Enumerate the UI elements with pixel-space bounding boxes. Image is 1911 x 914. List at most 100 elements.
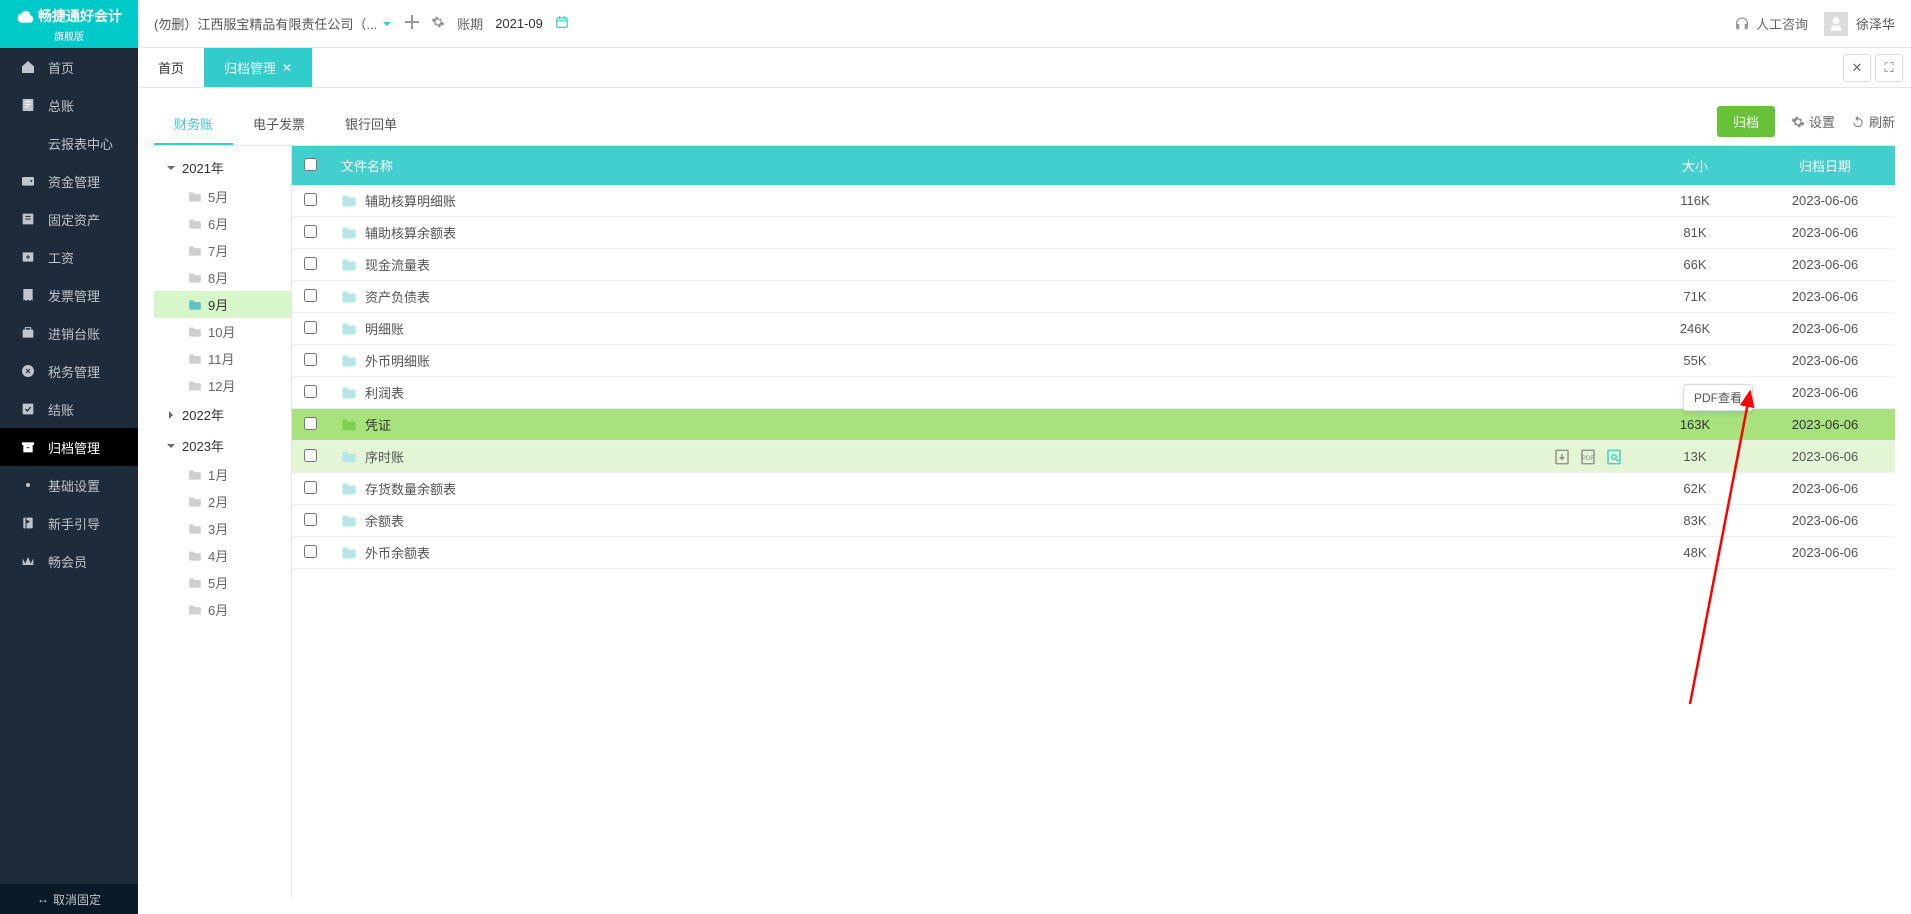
col-header-date: 归档日期 [1755,146,1895,185]
table-row[interactable]: 存货数量余额表62K2023-06-06 [292,473,1895,505]
tree-month[interactable]: 8月 [154,264,291,291]
row-checkbox[interactable] [304,481,317,494]
sidebar-item-settings[interactable]: 基础设置 [0,466,138,504]
tab-归档管理[interactable]: 归档管理✕ [204,48,312,87]
user-menu[interactable]: 徐泽华 [1824,12,1895,36]
row-checkbox[interactable] [304,257,317,270]
tree-month[interactable]: 4月 [154,542,291,569]
file-size: 246K [1635,313,1755,345]
tree-month[interactable]: 9月 [154,291,291,318]
tab-close-icon[interactable]: ✕ [282,61,292,75]
sidebar-item-tax[interactable]: 税务管理 [0,352,138,390]
subtab-银行回单[interactable]: 银行回单 [325,104,417,145]
tree-month[interactable]: 6月 [154,596,291,623]
calendar-icon[interactable] [555,15,569,32]
close-all-tabs-button[interactable]: ✕ [1843,54,1871,82]
tree-year[interactable]: 2021年 [154,152,291,183]
folder-icon [188,191,202,203]
table-row[interactable]: 现金流量表66K2023-06-06 [292,249,1895,281]
sidebar-item-invoice[interactable]: 发票管理 [0,276,138,314]
period-label: 账期 [457,14,483,33]
table-row[interactable]: 资产负债表71K2023-06-06 [292,281,1895,313]
subtab-财务账[interactable]: 财务账 [154,104,233,145]
tree-month[interactable]: 1月 [154,461,291,488]
file-size: 13K [1635,441,1755,473]
refresh-action[interactable]: 刷新 [1851,112,1895,131]
tree-year[interactable]: 2023年 [154,430,291,461]
sidebar-item-asset[interactable]: 固定资产 [0,200,138,238]
row-checkbox[interactable] [304,449,317,462]
file-size: 81K [1635,217,1755,249]
sidebar-item-chart[interactable]: 云报表中心 [0,124,138,162]
row-checkbox[interactable] [304,321,317,334]
folder-icon [341,322,357,336]
table-row[interactable]: 利润表72K2023-06-06 [292,377,1895,409]
invoice-icon [20,287,36,303]
file-name: 利润表 [365,383,404,402]
archive-date: 2023-06-06 [1755,345,1895,377]
tree-month[interactable]: 11月 [154,345,291,372]
tree-month[interactable]: 5月 [154,569,291,596]
select-all-checkbox[interactable] [304,158,317,171]
table-row[interactable]: 凭证163K2023-06-06 [292,409,1895,441]
row-checkbox[interactable] [304,225,317,238]
row-checkbox[interactable] [304,385,317,398]
table-row[interactable]: 外币余额表48K2023-06-06 [292,537,1895,569]
table-row[interactable]: 外币明细账55K2023-06-06 [292,345,1895,377]
file-name: 资产负债表 [365,287,430,306]
settings-action[interactable]: 设置 [1791,112,1835,131]
file-size: 83K [1635,505,1755,537]
sidebar-item-vip[interactable]: 畅会员 [0,542,138,580]
company-selector[interactable]: (勿删）江西服宝精品有限责任公司（... [154,14,393,33]
row-checkbox[interactable] [304,353,317,366]
sidebar-item-archive[interactable]: 归档管理 [0,428,138,466]
table-row[interactable]: 辅助核算明细账116K2023-06-06 [292,185,1895,217]
row-checkbox[interactable] [304,193,317,206]
file-name: 凭证 [365,415,391,434]
tree-month[interactable]: 2月 [154,488,291,515]
tree-year[interactable]: 2022年 [154,399,291,430]
fullscreen-button[interactable]: ⛶ [1875,54,1903,82]
folder-icon [341,194,357,208]
view-icon[interactable] [1605,448,1623,466]
tree-month[interactable]: 6月 [154,210,291,237]
tree-month[interactable]: 10月 [154,318,291,345]
table-row[interactable]: 明细账246K2023-06-06 [292,313,1895,345]
sidebar-item-guide[interactable]: 新手引导 [0,504,138,542]
archive-button[interactable]: 归档 [1717,106,1775,137]
file-size: 66K [1635,249,1755,281]
stock-icon [20,325,36,341]
support-link[interactable]: 人工咨询 [1734,14,1808,33]
add-company-button[interactable] [405,15,419,32]
tree-month[interactable]: 7月 [154,237,291,264]
tab-首页[interactable]: 首页 [138,48,204,87]
sidebar-item-label: 基础设置 [48,476,100,495]
sidebar-item-stock[interactable]: 进销台账 [0,314,138,352]
table-row[interactable]: 序时账 PDF 13K2023-06-06 [292,441,1895,473]
tree-month[interactable]: 5月 [154,183,291,210]
row-checkbox[interactable] [304,545,317,558]
table-row[interactable]: 余额表83K2023-06-06 [292,505,1895,537]
sidebar-unpin[interactable]: ↔ 取消固定 [0,884,138,914]
settings-gear-button[interactable] [431,15,445,32]
tree-month[interactable]: 12月 [154,372,291,399]
sidebar-item-wallet[interactable]: 资金管理 [0,162,138,200]
file-name: 辅助核算明细账 [365,191,456,210]
file-name: 辅助核算余额表 [365,223,456,242]
pdf-icon[interactable]: PDF [1579,448,1597,466]
folder-icon [341,290,357,304]
period-value[interactable]: 2021-09 [495,16,543,31]
row-checkbox[interactable] [304,513,317,526]
sidebar-item-ledger[interactable]: 总账 [0,86,138,124]
gear-icon [1791,115,1805,129]
sidebar-item-home[interactable]: 首页 [0,48,138,86]
tree-month[interactable]: 3月 [154,515,291,542]
archive-icon [20,439,36,455]
sidebar-item-salary[interactable]: 工资 [0,238,138,276]
download-icon[interactable] [1553,448,1571,466]
table-row[interactable]: 辅助核算余额表81K2023-06-06 [292,217,1895,249]
subtab-电子发票[interactable]: 电子发票 [233,104,325,145]
row-checkbox[interactable] [304,289,317,302]
sidebar-item-close-period[interactable]: 结账 [0,390,138,428]
row-checkbox[interactable] [304,417,317,430]
